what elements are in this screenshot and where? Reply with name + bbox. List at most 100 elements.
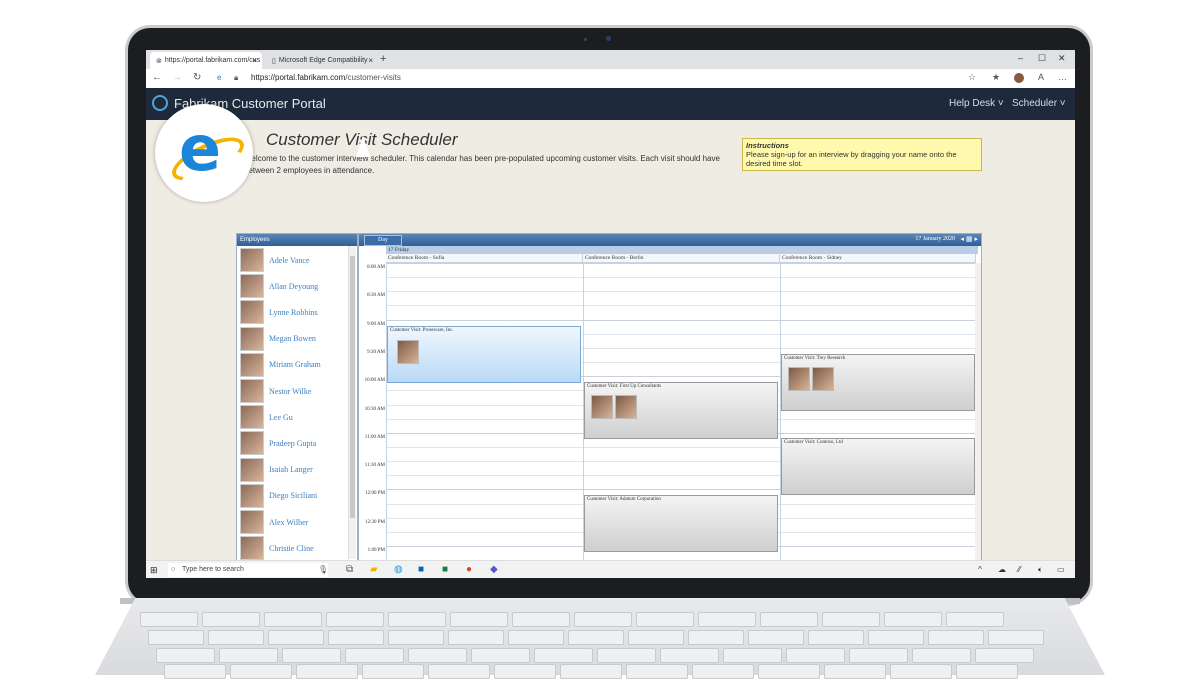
task-view-icon[interactable]: ⧉ [346,564,353,575]
address-bar: ← → ↻ e 🔒︎ https://portal.fabrikam.com/c… [146,69,1075,89]
teams-icon[interactable]: ◆ [490,564,498,575]
maximize-button[interactable]: ☐ [1038,53,1046,64]
keyboard-key [408,648,467,663]
excel-icon[interactable]: ■ [442,564,448,575]
time-slot[interactable] [386,319,976,321]
appointment-label: Customer Visit: First Up Consultants [587,384,662,389]
calendar-date: 17 January 2020 [915,236,955,242]
close-window-button[interactable]: ✕ [1058,53,1066,64]
calendar-nav-icon[interactable]: ◂ ▦ ▸ [960,235,978,243]
close-tab-icon[interactable]: × [252,56,257,65]
browser-tabbar: ⊚ https://portal.fabrikam.com/cus × ▯ Mi… [146,50,1075,69]
attendee-avatar[interactable] [812,367,834,391]
keyboard-key [890,664,952,679]
time-label: 8:30 AM [367,293,385,299]
employee-item[interactable]: Megan Bowen [240,326,316,351]
scheduler-menu[interactable]: Scheduler ˅ [1012,98,1066,109]
favorites-icon[interactable]: ★ [992,72,1000,83]
employee-item[interactable]: Miriam Graham [240,352,321,377]
time-slot[interactable] [386,263,976,264]
attendee-avatar[interactable] [397,340,419,364]
more-icon[interactable]: … [1058,72,1067,82]
taskbar-search[interactable]: ○ Type here to search [168,563,328,577]
keyboard-key [534,648,593,663]
refresh-icon[interactable]: ↻ [193,72,201,83]
close-tab-icon[interactable]: × [368,56,373,65]
keyboard-key [660,648,719,663]
appointment-adatum[interactable]: Customer Visit: Adatum Corporation [584,495,778,552]
keyboard-key [219,648,278,663]
employee-item[interactable]: Isaiah Langer [240,457,313,482]
tray-chevron-icon[interactable]: ^ [978,565,982,574]
keyboard-key [148,630,204,645]
employee-item[interactable]: Lee Gu [240,405,293,430]
file-explorer-icon[interactable]: ▰ [370,564,378,575]
keyboard-key [512,612,570,627]
employee-item[interactable]: Christie Cline [240,536,314,561]
keyboard-key [326,612,384,627]
scroll-thumb[interactable] [350,256,355,518]
appointment-label: Customer Visit: Trey Research [784,356,846,361]
powerpoint-icon[interactable]: ● [466,564,472,575]
attendee-avatar[interactable] [788,367,810,391]
new-tab-button[interactable]: + [380,53,386,65]
portal-header: Fabrikam Customer Portal Help Desk ˅ Sch… [146,88,1075,120]
attendee-avatar[interactable] [591,395,613,419]
employee-item[interactable]: Nestor Wilke [240,379,311,403]
keyboard-key [328,630,384,645]
keyboard-key [568,630,624,645]
favorite-star-icon[interactable]: ☆ [968,72,976,83]
keyboard-key [202,612,260,627]
keyboard-key [448,630,504,645]
employees-header: Employees [237,234,357,246]
windows-start-icon[interactable]: ⊞ [150,565,158,576]
back-arrow-icon[interactable]: ← [152,72,162,83]
url-field[interactable]: https://portal.fabrikam.com/customer-vis… [251,73,401,82]
globe-icon: ⊚ [156,57,162,65]
keyboard-key [264,612,322,627]
keyboard-key [296,664,358,679]
tab-portal[interactable]: ⊚ https://portal.fabrikam.com/cus × [150,52,262,69]
read-aloud-icon[interactable]: A [1038,72,1044,82]
time-slot[interactable] [386,277,976,279]
employee-item[interactable]: Lynne Robbins [240,300,318,325]
time-label: 9:00 AM [367,321,385,327]
appointment-first-up[interactable]: Customer Visit: First Up Consultants [584,382,778,439]
lock-icon[interactable]: 🔒︎ [234,73,238,83]
appointment-trey-research[interactable]: Customer Visit: Trey Research [781,354,975,411]
cloud-icon[interactable]: ☁ [998,565,1006,574]
help-desk-menu[interactable]: Help Desk ˅ [949,98,1004,109]
employee-item[interactable]: Pradeep Gupta [240,431,316,456]
employee-item[interactable]: Allan Deyoung [240,274,318,299]
volume-icon[interactable]: 🔈︎ [1038,565,1043,575]
fabrikam-logo-icon [152,95,168,111]
profile-avatar[interactable] [1014,73,1024,83]
tab-edge-compat[interactable]: ▯ Microsoft Edge Compatibility × [266,52,378,69]
ie-mode-icon[interactable]: e [217,73,221,82]
keyboard-key [698,612,756,627]
calendar-scrollbar[interactable] [975,263,981,560]
minimize-button[interactable]: – [1018,53,1023,63]
employee-item[interactable]: Diego Siciliani [240,483,317,508]
time-slot[interactable] [386,291,976,293]
attendee-avatar[interactable] [615,395,637,419]
keyboard-key [786,648,845,663]
time-slot[interactable] [386,305,976,307]
instructions-box: Instructions Please sign-up for an inter… [742,138,982,171]
employee-name: Alex Wilber [269,517,309,527]
employee-item[interactable]: Alex Wilber [240,510,308,534]
outlook-icon[interactable]: ■ [418,564,424,575]
keyboard-key [282,648,341,663]
day-view-button[interactable]: Day [364,235,402,246]
edge-icon[interactable]: ◍ [394,564,403,575]
keyboard-key [808,630,864,645]
microphone-icon[interactable]: 🎙︎ [318,565,328,574]
forward-arrow-icon[interactable]: → [172,72,182,83]
network-icon[interactable]: ⁄⁄ [1018,565,1021,574]
appointment-contoso[interactable]: Customer Visit: Contoso, Ltd [781,438,975,495]
employee-item[interactable]: Adele Vance [240,248,310,272]
employees-scrollbar[interactable] [348,246,356,559]
notifications-icon[interactable]: ▭ [1057,565,1065,574]
appointment-proseware[interactable]: Customer Visit: Proseware, Inc. [387,326,581,383]
keyboard-key [975,648,1034,663]
